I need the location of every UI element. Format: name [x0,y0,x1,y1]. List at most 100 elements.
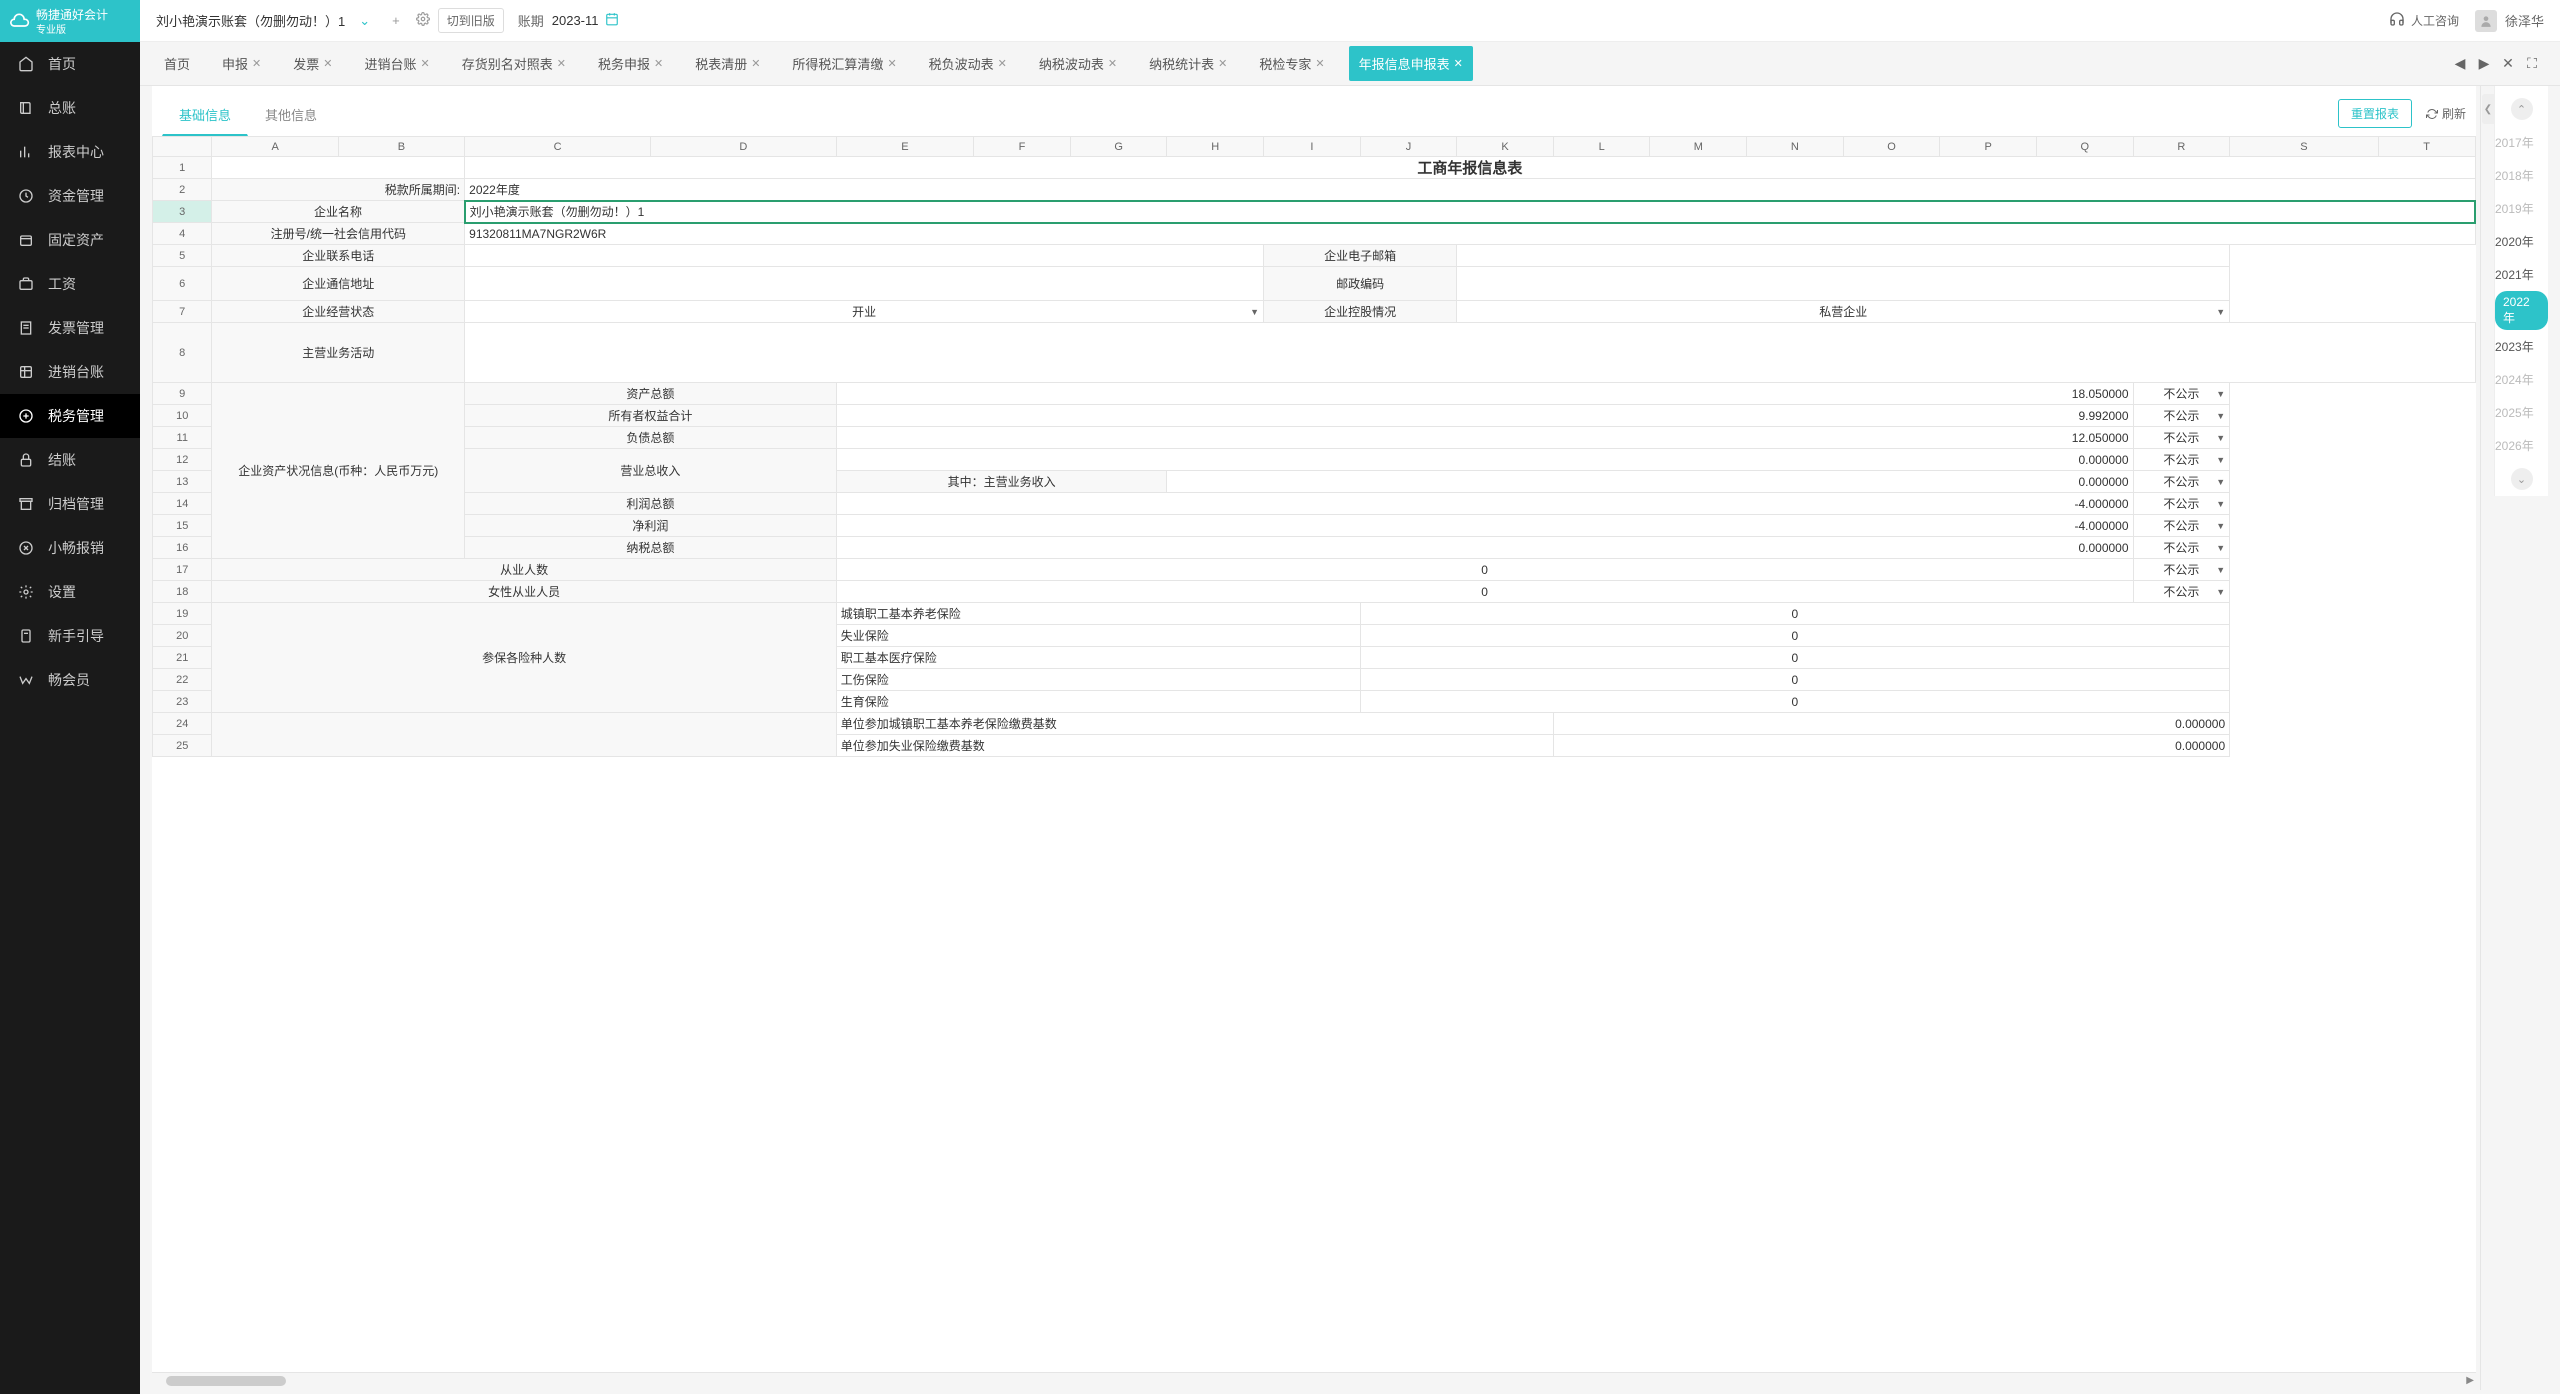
col-header[interactable]: C [465,137,651,157]
cell[interactable]: 0.000000 [1167,471,2133,493]
close-icon[interactable]: ✕ [252,57,261,70]
col-header[interactable]: K [1457,137,1554,157]
tab-1[interactable]: 申报✕ [214,54,269,73]
row-header[interactable]: 25 [153,735,212,757]
sidebar-item-11[interactable]: 小畅报销 [0,526,140,570]
row-header[interactable]: 2 [153,179,212,201]
tab-6[interactable]: 税表清册✕ [687,54,768,73]
close-icon[interactable]: ✕ [323,57,332,70]
public-select[interactable]: 不公示 [2133,537,2230,559]
col-header[interactable]: I [1264,137,1361,157]
cell[interactable]: 91320811MA7NGR2W6R [465,223,2475,245]
col-header[interactable]: M [1650,137,1747,157]
row-header[interactable]: 17 [153,559,212,581]
col-header[interactable]: N [1747,137,1844,157]
col-header[interactable]: O [1843,137,1940,157]
subtab-1[interactable]: 其他信息 [248,94,334,136]
sidebar-item-5[interactable]: 工资 [0,262,140,306]
switch-old-version-button[interactable]: 切到旧版 [438,8,504,33]
tab-0[interactable]: 首页 [156,54,198,73]
tab-11[interactable]: 税检专家✕ [1251,54,1332,73]
refresh-button[interactable]: 刷新 [2426,105,2466,122]
cell[interactable] [1457,267,2230,301]
year-2020年[interactable]: 2020年 [2495,225,2548,258]
cell[interactable]: 0 [1360,647,2229,669]
year-2017年[interactable]: 2017年 [2495,126,2548,159]
sidebar-item-7[interactable]: 进销台账 [0,350,140,394]
close-icon[interactable]: ✕ [998,57,1007,70]
tab-3[interactable]: 进销台账✕ [356,54,437,73]
public-select[interactable]: 不公示 [2133,427,2230,449]
spreadsheet[interactable]: ABCDEFGHIJKLMNOPQRST1工商年报信息表2税款所属期间:2022… [152,136,2476,1372]
col-header[interactable]: S [2230,137,2379,157]
subtab-0[interactable]: 基础信息 [162,94,248,136]
row-header[interactable]: 23 [153,691,212,713]
cell[interactable]: 0.000000 [1553,735,2229,757]
chevron-down-icon[interactable]: ⌄ [359,13,370,29]
row-header[interactable]: 20 [153,625,212,647]
tab-5[interactable]: 税务申报✕ [590,54,671,73]
sidebar-item-13[interactable]: 新手引导 [0,614,140,658]
row-header[interactable]: 22 [153,669,212,691]
col-header[interactable]: P [1940,137,2037,157]
avatar[interactable] [2475,10,2497,32]
fullscreen-icon[interactable]: ⛶ [2520,55,2544,72]
close-icon[interactable]: ✕ [1454,57,1463,70]
public-select[interactable]: 不公示 [2133,559,2230,581]
row-header[interactable]: 9 [153,383,212,405]
sidebar-item-4[interactable]: 固定资产 [0,218,140,262]
tab-next-icon[interactable]: ▶ [2472,55,2496,72]
gear-icon[interactable] [416,12,430,29]
cell[interactable]: 0.000000 [1553,713,2229,735]
row-header[interactable]: 5 [153,245,212,267]
sidebar-item-14[interactable]: 畅会员 [0,658,140,702]
cell[interactable]: 0 [836,581,2133,603]
row-header[interactable]: 12 [153,449,212,471]
year-2019年[interactable]: 2019年 [2495,192,2548,225]
cell[interactable]: 0 [836,559,2133,581]
row-header[interactable]: 10 [153,405,212,427]
col-header[interactable]: B [338,137,464,157]
row-header[interactable]: 7 [153,301,212,323]
tab-4[interactable]: 存货别名对照表✕ [454,54,574,73]
tab-8[interactable]: 税负波动表✕ [921,54,1015,73]
col-header[interactable]: A [212,137,338,157]
sidebar-item-1[interactable]: 总账 [0,86,140,130]
public-select[interactable]: 不公示 [2133,471,2230,493]
sidebar-item-12[interactable]: 设置 [0,570,140,614]
row-header[interactable]: 13 [153,471,212,493]
row-header[interactable]: 19 [153,603,212,625]
public-select[interactable]: 不公示 [2133,405,2230,427]
close-icon[interactable]: ✕ [751,57,760,70]
public-select[interactable]: 不公示 [2133,449,2230,471]
horizontal-scrollbar[interactable]: ▶ [152,1372,2476,1390]
sidebar-item-10[interactable]: 归档管理 [0,482,140,526]
plus-icon[interactable]: + [392,13,400,28]
cell[interactable]: 0 [1360,691,2229,713]
period-value[interactable]: 2023-11 [552,13,599,28]
row-header[interactable]: 21 [153,647,212,669]
tab-9[interactable]: 纳税波动表✕ [1031,54,1125,73]
sidebar-item-2[interactable]: 报表中心 [0,130,140,174]
sidebar-item-0[interactable]: 首页 [0,42,140,86]
sidebar-item-3[interactable]: 资金管理 [0,174,140,218]
year-2018年[interactable]: 2018年 [2495,159,2548,192]
col-header[interactable]: J [1360,137,1457,157]
cell[interactable] [1457,245,2230,267]
tab-2[interactable]: 发票✕ [285,54,340,73]
cell[interactable]: -4.000000 [836,515,2133,537]
row-header[interactable]: 4 [153,223,212,245]
row-header[interactable]: 14 [153,493,212,515]
status-select[interactable]: 开业 [465,301,1264,323]
col-header[interactable]: E [836,137,973,157]
cell[interactable]: 18.050000 [836,383,2133,405]
public-select[interactable]: 不公示 [2133,383,2230,405]
col-header[interactable]: L [1553,137,1650,157]
cell[interactable] [465,267,1264,301]
close-icon[interactable]: ✕ [421,57,430,70]
cell[interactable]: 0 [1360,603,2229,625]
year-2021年[interactable]: 2021年 [2495,258,2548,291]
cell[interactable]: 0 [1360,625,2229,647]
tab-close-all-icon[interactable]: ✕ [2496,55,2520,72]
cell[interactable]: -4.000000 [836,493,2133,515]
